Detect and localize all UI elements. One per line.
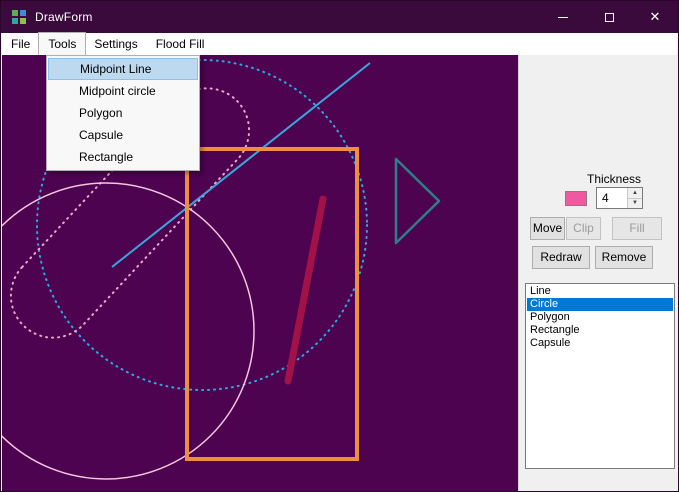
menu-settings[interactable]: Settings (85, 33, 146, 55)
move-button[interactable]: Move (530, 217, 565, 240)
list-item-line[interactable]: Line (527, 285, 673, 298)
thickness-stepper: ▲ ▼ (596, 187, 643, 209)
menu-item-midpoint-line[interactable]: Midpoint Line (48, 58, 198, 80)
menu-flood-fill[interactable]: Flood Fill (147, 33, 214, 55)
list-item-polygon[interactable]: Polygon (527, 311, 673, 324)
menu-item-midpoint-circle[interactable]: Midpoint circle (48, 80, 198, 102)
window-controls: ✕ (540, 1, 678, 33)
redraw-button[interactable]: Redraw (532, 246, 590, 269)
list-item-rectangle[interactable]: Rectangle (527, 324, 673, 337)
stepper-down-icon[interactable]: ▼ (628, 198, 642, 209)
thickness-label: Thickness (587, 172, 641, 186)
stepper-buttons: ▲ ▼ (627, 188, 642, 208)
fill-button[interactable]: Fill (612, 217, 662, 240)
thickness-value-input[interactable] (597, 188, 627, 208)
menu-item-polygon[interactable]: Polygon (48, 102, 198, 124)
stepper-up-icon[interactable]: ▲ (628, 188, 642, 198)
app-icon (11, 9, 27, 25)
menu-item-rectangle[interactable]: Rectangle (48, 146, 198, 168)
maximize-button[interactable] (586, 1, 632, 33)
menu-bar: File Tools Settings Flood Fill (2, 33, 677, 55)
tools-dropdown-menu: Midpoint Line Midpoint circle Polygon Ca… (46, 55, 200, 171)
clip-button[interactable]: Clip (566, 217, 601, 240)
title-bar: DrawForm ✕ (1, 1, 678, 33)
menu-tools[interactable]: Tools (39, 33, 85, 55)
drawform-window: DrawForm ✕ File Tools Settings Flood Fil… (0, 0, 679, 492)
remove-button[interactable]: Remove (595, 246, 653, 269)
minimize-button[interactable] (540, 1, 586, 33)
maximize-icon (605, 13, 614, 22)
close-button[interactable]: ✕ (632, 1, 678, 33)
minimize-icon (558, 17, 568, 18)
list-item-capsule[interactable]: Capsule (527, 337, 673, 350)
shapes-listbox: Line Circle Polygon Rectangle Capsule (525, 283, 675, 469)
window-title: DrawForm (35, 10, 93, 24)
menu-item-capsule[interactable]: Capsule (48, 124, 198, 146)
color-swatch[interactable] (565, 191, 587, 206)
control-panel: Thickness ▲ ▼ Move Clip Fill Redraw Remo… (518, 55, 677, 490)
list-item-circle[interactable]: Circle (527, 298, 673, 311)
menu-file[interactable]: File (2, 33, 39, 55)
